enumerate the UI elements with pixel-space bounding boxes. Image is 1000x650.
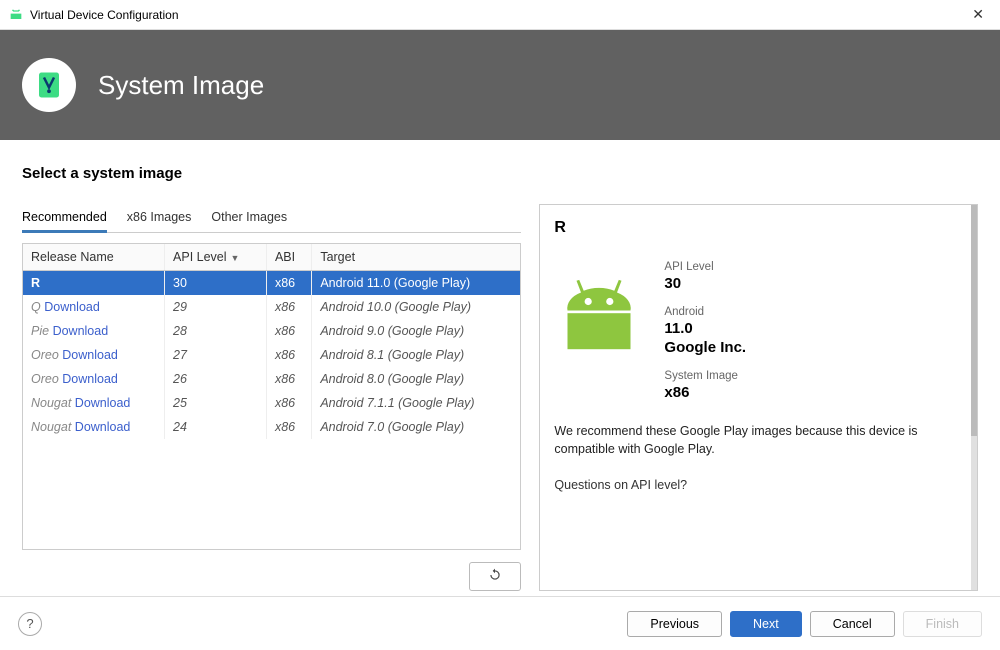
table-row[interactable]: Nougat Download24x86Android 7.0 (Google …: [23, 415, 520, 439]
scrollbar[interactable]: [971, 205, 977, 590]
studio-icon: [22, 58, 76, 112]
api-level-question: Questions on API level?: [554, 478, 963, 492]
col-target[interactable]: Target: [312, 244, 521, 271]
titlebar-text: Virtual Device Configuration: [30, 8, 964, 22]
refresh-icon: [488, 568, 502, 582]
tab-x86-images[interactable]: x86 Images: [127, 204, 192, 232]
android-version-value: 11.0: [664, 320, 746, 337]
section-subtitle: Select a system image: [22, 165, 978, 182]
api-level-label: API Level: [664, 261, 746, 273]
android-small-icon: [8, 7, 24, 23]
detail-title: R: [554, 219, 963, 237]
vendor-value: Google Inc.: [664, 339, 746, 356]
download-link[interactable]: Download: [62, 348, 118, 362]
table-row[interactable]: Pie Download28x86Android 9.0 (Google Pla…: [23, 319, 520, 343]
help-button[interactable]: ?: [18, 612, 42, 636]
cancel-button[interactable]: Cancel: [810, 611, 895, 637]
table-row[interactable]: R30x86Android 11.0 (Google Play): [23, 271, 520, 296]
download-link[interactable]: Download: [53, 324, 109, 338]
image-list-panel: Recommended x86 Images Other Images Releas…: [22, 204, 521, 591]
tab-other-images[interactable]: Other Images: [211, 204, 287, 232]
tabs-bar: Recommended x86 Images Other Images: [22, 204, 521, 233]
recommendation-note: We recommend these Google Play images be…: [554, 423, 963, 458]
detail-panel: R API Level 30 Android 11.0 Google Inc. …: [539, 204, 978, 591]
finish-button: Finish: [903, 611, 982, 637]
page-title: System Image: [98, 70, 264, 101]
next-button[interactable]: Next: [730, 611, 802, 637]
content-area: Select a system image Recommended x86 Ima…: [0, 140, 1000, 596]
dialog-header: System Image: [0, 30, 1000, 140]
table-row[interactable]: Q Download29x86Android 10.0 (Google Play…: [23, 295, 520, 319]
col-release[interactable]: Release Name: [23, 244, 165, 271]
tab-recommended[interactable]: Recommended: [22, 204, 107, 233]
table-row[interactable]: Oreo Download27x86Android 8.1 (Google Pl…: [23, 343, 520, 367]
close-icon[interactable]: ✕: [964, 6, 992, 23]
system-image-label: System Image: [664, 370, 746, 382]
download-link[interactable]: Download: [75, 420, 131, 434]
download-link[interactable]: Download: [44, 300, 100, 314]
col-abi[interactable]: ABI: [266, 244, 311, 271]
refresh-button[interactable]: [469, 562, 521, 591]
sort-desc-icon: ▼: [231, 253, 240, 263]
android-label: Android: [664, 306, 746, 318]
previous-button[interactable]: Previous: [627, 611, 722, 637]
col-api[interactable]: API Level▼: [165, 244, 267, 271]
download-link[interactable]: Download: [62, 372, 118, 386]
download-link[interactable]: Download: [75, 396, 131, 410]
table-row[interactable]: Nougat Download25x86Android 7.1.1 (Googl…: [23, 391, 520, 415]
api-level-value: 30: [664, 275, 746, 292]
table-row[interactable]: Oreo Download26x86Android 8.0 (Google Pl…: [23, 367, 520, 391]
system-image-table: Release Name API Level▼ ABI Target R30x8…: [22, 243, 521, 550]
dialog-footer: ? Previous Next Cancel Finish: [0, 596, 1000, 650]
android-logo-icon: [554, 261, 644, 351]
titlebar: Virtual Device Configuration ✕: [0, 0, 1000, 30]
system-image-value: x86: [664, 384, 746, 401]
